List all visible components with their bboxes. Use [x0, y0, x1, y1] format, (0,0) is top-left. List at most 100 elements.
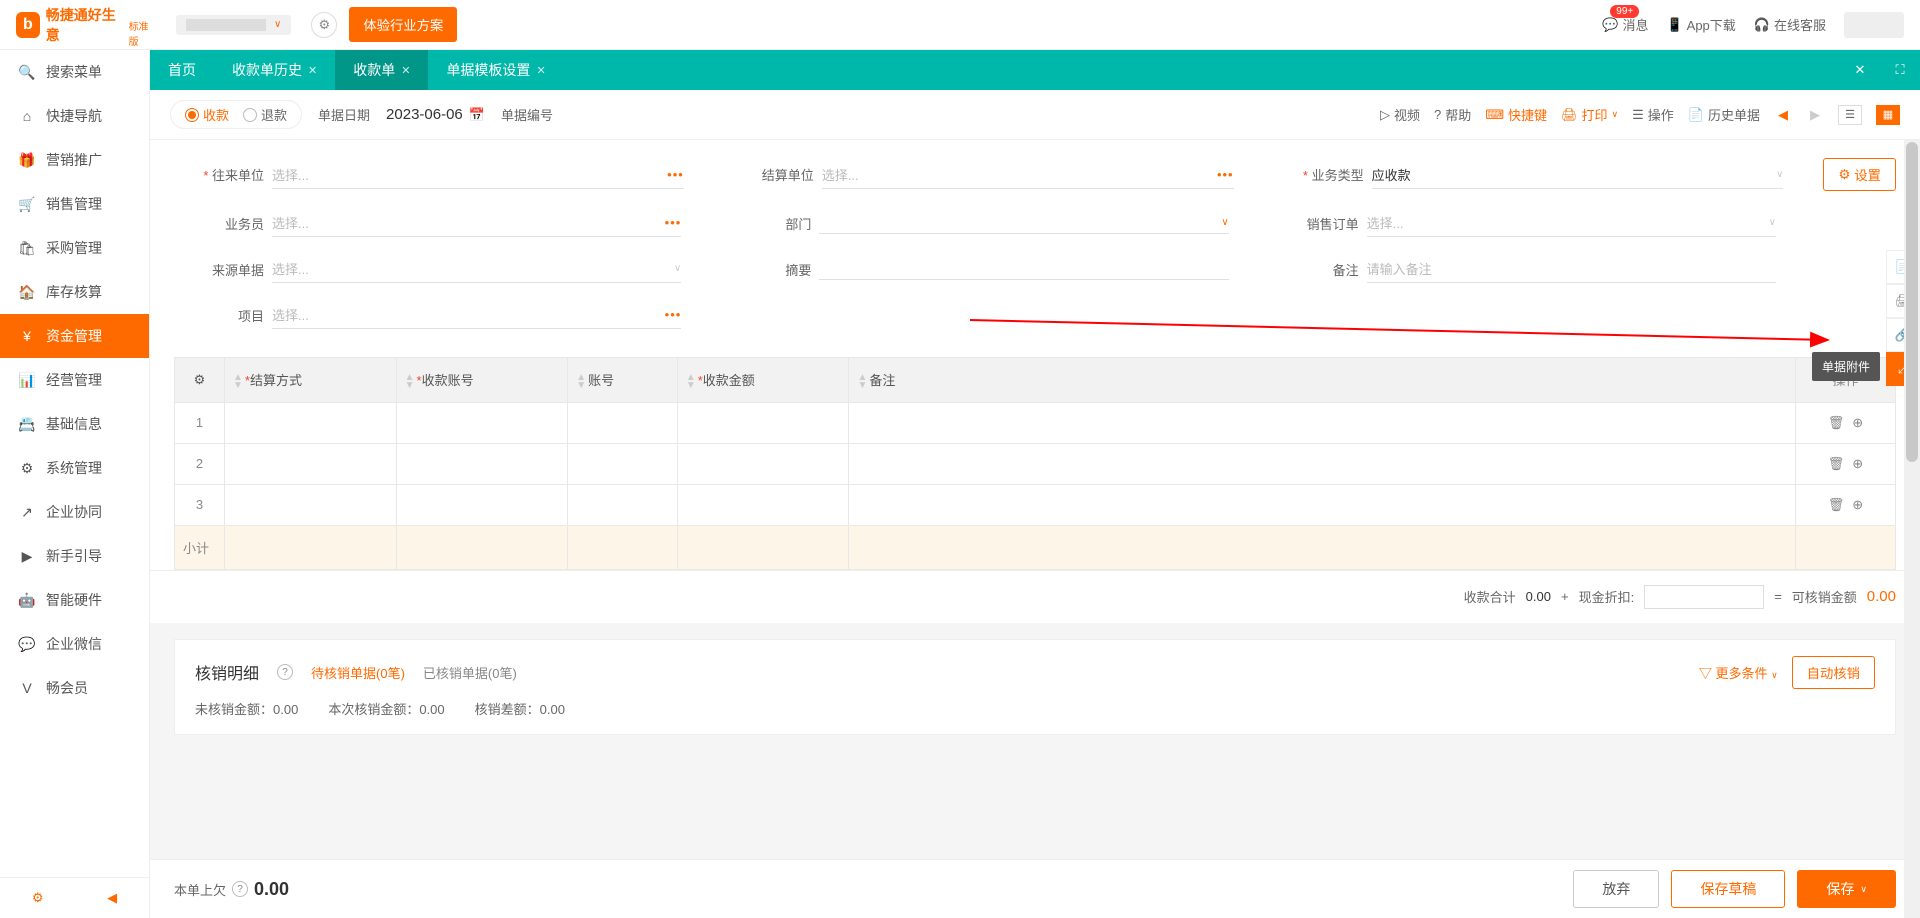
save-draft-button[interactable]: 保存草稿 [1671, 870, 1785, 908]
more-icon[interactable]: ••• [667, 167, 684, 182]
delete-icon[interactable]: 🗑 [1824, 456, 1849, 471]
project-select[interactable]: 选择...••• [272, 301, 681, 329]
diff-stat: 核销差额：0.00 [475, 699, 565, 718]
radio-refund[interactable]: 退款 [243, 105, 287, 124]
remark-input[interactable]: 请输入备注 [1367, 255, 1776, 283]
more-filter-link[interactable]: ▽ 更多条件 ∨ [1699, 663, 1778, 682]
attachment-tooltip: 单据附件 [1812, 352, 1880, 381]
equals-sign: = [1774, 589, 1782, 604]
sidebar-item-wecom[interactable]: 💬企业微信 [0, 622, 149, 666]
sidebar-item-label: 系统管理 [46, 458, 102, 478]
col-remark[interactable]: ▲▼备注 [849, 358, 1796, 403]
close-icon[interactable]: ✕ [308, 64, 317, 77]
operate-link[interactable]: ☰操作 [1632, 105, 1674, 124]
user-area[interactable] [1844, 12, 1904, 38]
app-download-link[interactable]: 📱 App下载 [1666, 15, 1735, 34]
settleunit-label: 结算单位 [724, 165, 814, 184]
auto-verify-button[interactable]: 自动核销 [1792, 656, 1875, 689]
sidebar-item-quicknav[interactable]: ⌂快捷导航 [0, 94, 149, 138]
help-icon[interactable]: ? [277, 664, 293, 680]
partner-select[interactable]: 选择...••• [272, 161, 684, 189]
sidebar-item-sales[interactable]: 🛒销售管理 [0, 182, 149, 226]
video-link[interactable]: ▷视频 [1380, 105, 1420, 124]
summary-input[interactable] [819, 258, 1228, 280]
sidebar-item-search[interactable]: 🔍搜索菜单 [0, 50, 149, 94]
add-icon[interactable]: ⊕ [1848, 456, 1867, 471]
support-link[interactable]: 🎧 在线客服 [1754, 15, 1826, 34]
help-icon[interactable]: ? [232, 881, 248, 897]
history-link[interactable]: 📄历史单据 [1688, 105, 1760, 124]
sidebar-item-label: 资金管理 [46, 326, 102, 346]
pending-tab[interactable]: 待核销单据(0笔) [311, 663, 405, 682]
sidebar-item-system[interactable]: ⚙系统管理 [0, 446, 149, 490]
discard-button[interactable]: 放弃 [1573, 870, 1659, 908]
sidebar-item-collab[interactable]: ↗企业协同 [0, 490, 149, 534]
sidebar-item-marketing[interactable]: 🎁营销推广 [0, 138, 149, 182]
table-row[interactable]: 3🗑⊕ [175, 484, 1896, 525]
table-settings-header[interactable]: ⚙ [175, 358, 225, 403]
gear-icon[interactable]: ⚙ [311, 12, 337, 38]
close-icon[interactable]: ✕ [401, 64, 410, 77]
tab-receipt[interactable]: 收款单✕ [335, 50, 428, 90]
table-row[interactable]: 2🗑⊕ [175, 443, 1896, 484]
close-all-tabs-icon[interactable]: ✕ [1840, 62, 1880, 78]
col-account[interactable]: ▲▼*收款账号 [396, 358, 568, 403]
link-label: 历史单据 [1708, 105, 1760, 124]
sourcedoc-select[interactable]: 选择...∨ [272, 255, 681, 283]
delete-icon[interactable]: 🗑 [1824, 415, 1849, 430]
fullscreen-icon[interactable]: ⛶ [1880, 62, 1920, 78]
sidebar-collapse-icon[interactable]: ◀ [107, 890, 117, 906]
view-form-icon[interactable]: ▦ [1876, 105, 1900, 125]
shortcut-link[interactable]: ⌨快捷键 [1485, 105, 1547, 124]
tab-home[interactable]: 首页 [150, 50, 214, 90]
delete-icon[interactable]: 🗑 [1824, 497, 1849, 512]
sidebar-item-finance[interactable]: ¥资金管理 [0, 314, 149, 358]
help-link[interactable]: ?帮助 [1434, 105, 1471, 124]
salesorder-select[interactable]: 选择...∨ [1367, 209, 1776, 237]
discount-input[interactable] [1644, 585, 1764, 609]
close-icon[interactable]: ✕ [536, 64, 545, 77]
sidebar-item-guide[interactable]: ▶新手引导 [0, 534, 149, 578]
tab-receipt-history[interactable]: 收款单历史✕ [214, 50, 335, 90]
radio-receipt[interactable]: 收款 [185, 105, 229, 124]
scrollbar-thumb[interactable] [1906, 142, 1918, 462]
more-icon[interactable]: ••• [1217, 167, 1234, 182]
total-value: 0.00 [1526, 589, 1551, 604]
toolbar: 收款 退款 单据日期 2023-06-06 📅 单据编号 ▷视频 ?帮助 ⌨快捷… [150, 90, 1920, 140]
done-tab[interactable]: 已核销单据(0笔) [423, 663, 517, 682]
sidebar-settings-icon[interactable]: ⚙ [32, 890, 44, 906]
experience-button[interactable]: 体验行业方案 [349, 7, 457, 42]
sidebar-item-purchase[interactable]: 🛍采购管理 [0, 226, 149, 270]
col-settle-method[interactable]: ▲▼*结算方式 [225, 358, 397, 403]
sidebar-item-inventory[interactable]: 🏠库存核算 [0, 270, 149, 314]
dept-select[interactable]: ∨ [819, 212, 1228, 234]
prev-icon[interactable]: ◀ [1774, 107, 1792, 123]
view-list-icon[interactable]: ☰ [1838, 105, 1862, 125]
add-icon[interactable]: ⊕ [1848, 497, 1867, 512]
tab-template[interactable]: 单据模板设置✕ [428, 50, 563, 90]
more-icon[interactable]: ••• [665, 215, 682, 230]
card-icon: 📇 [18, 415, 36, 433]
sidebar-item-hardware[interactable]: 🤖智能硬件 [0, 578, 149, 622]
messages-link[interactable]: 💬 消息 99+ [1602, 15, 1648, 34]
col-account-no[interactable]: ▲▼账号 [568, 358, 678, 403]
add-icon[interactable]: ⊕ [1848, 415, 1867, 430]
sidebar-item-member[interactable]: V畅会员 [0, 666, 149, 710]
sidebar-item-label: 经营管理 [46, 370, 102, 390]
more-icon[interactable]: ••• [665, 307, 682, 322]
biztype-label: 业务类型 [1274, 165, 1364, 184]
settings-button[interactable]: ⚙设置 [1823, 158, 1896, 191]
save-button[interactable]: 保存∨ [1797, 870, 1896, 908]
doc-date-picker[interactable]: 2023-06-06 📅 [386, 106, 485, 123]
table-row[interactable]: 1🗑⊕ [175, 402, 1896, 443]
biztype-select[interactable]: 应收款∨ [1372, 161, 1784, 189]
salesman-select[interactable]: 选择...••• [272, 209, 681, 237]
company-selector[interactable]: ∨ ⚙ [176, 12, 337, 38]
col-amount[interactable]: ▲▼*收款金额 [677, 358, 849, 403]
settleunit-select[interactable]: 选择...••• [822, 161, 1234, 189]
sidebar-item-operation[interactable]: 📊经营管理 [0, 358, 149, 402]
next-icon[interactable]: ▶ [1806, 107, 1824, 123]
print-dropdown[interactable]: 🖨打印∨ [1561, 105, 1618, 124]
sidebar-item-basedata[interactable]: 📇基础信息 [0, 402, 149, 446]
col-label: 收款金额 [703, 373, 755, 388]
